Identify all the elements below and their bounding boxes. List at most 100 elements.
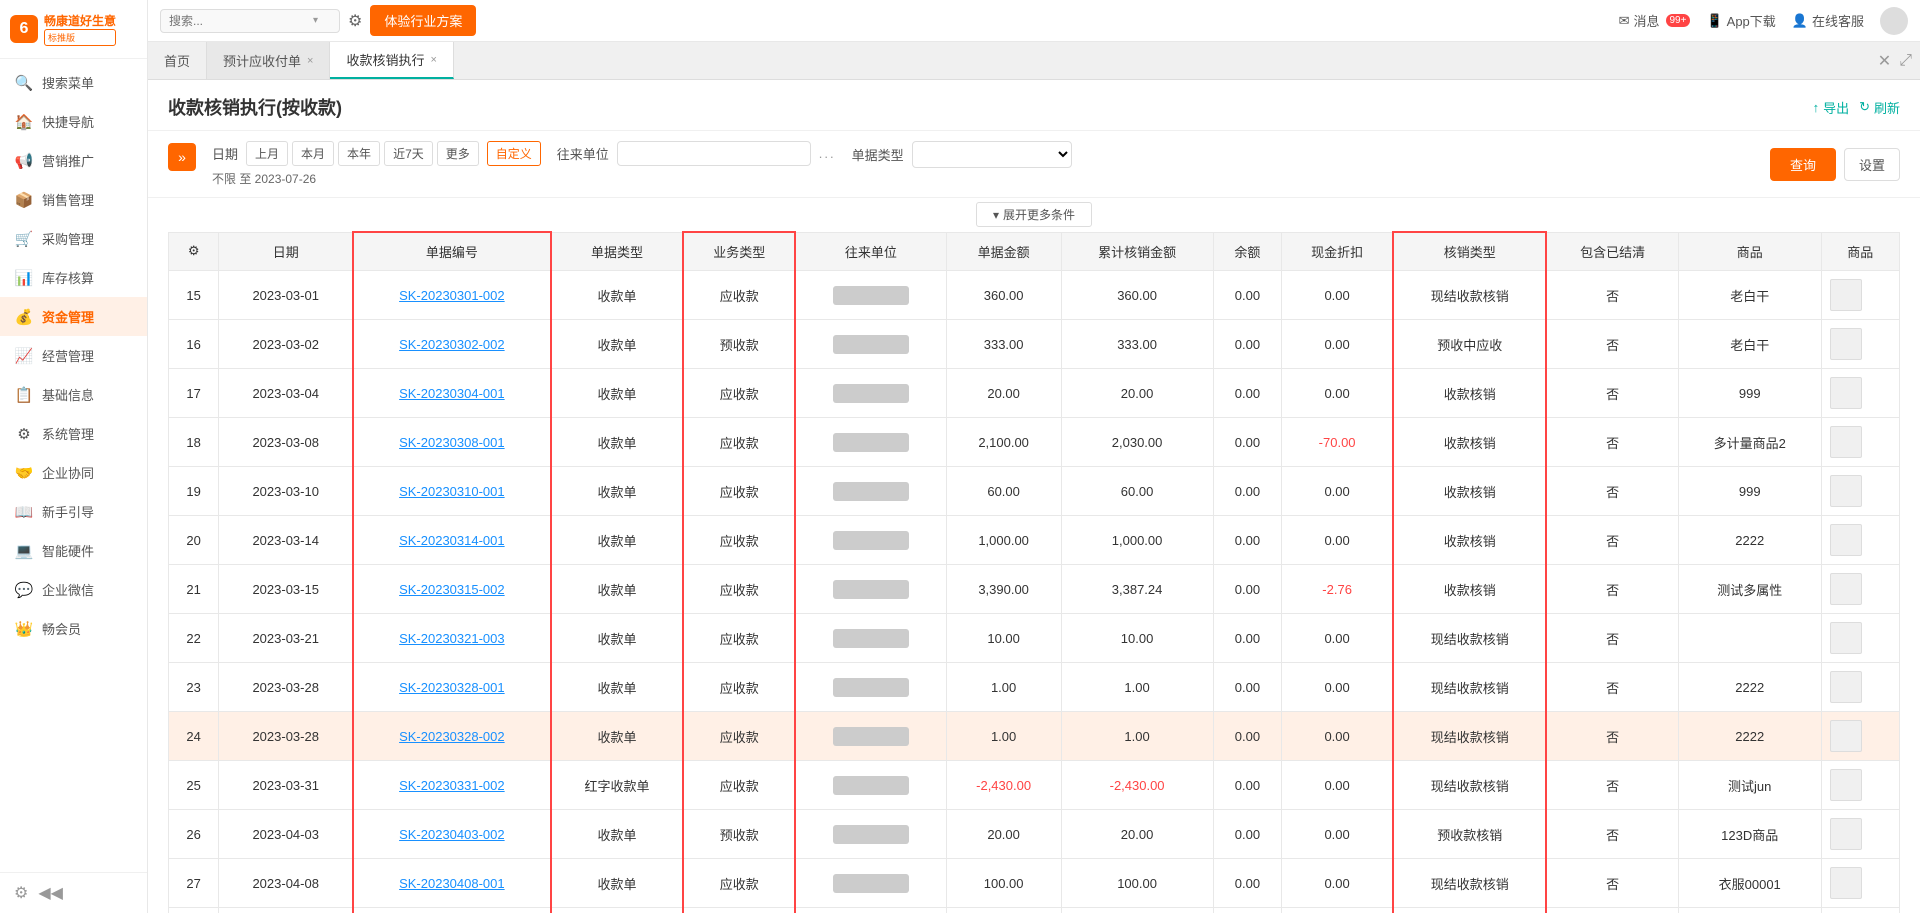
table-cell-11-2[interactable]: SK-20230403-002 — [353, 810, 551, 859]
date-btn-2[interactable]: 本年 — [338, 141, 380, 166]
table-cell-10-1: 2023-03-31 — [219, 761, 353, 810]
sidebar-item-10[interactable]: 🤝企业协同 — [0, 453, 147, 492]
table-cell-13-6: 100.00 — [946, 908, 1061, 913]
partner-more-icon[interactable]: ... — [819, 146, 836, 161]
table-cell-5-2[interactable]: SK-20230314-001 — [353, 516, 551, 565]
table-cell-12-2[interactable]: SK-20230408-001 — [353, 859, 551, 908]
doc-link-10[interactable]: SK-20230331-002 — [399, 778, 505, 793]
doc-link-12[interactable]: SK-20230408-001 — [399, 876, 505, 891]
table-cell-8-9: 0.00 — [1282, 663, 1393, 712]
app-logo-text: 畅康道好生意 标推版 — [44, 12, 116, 46]
table-cell-6-2[interactable]: SK-20230315-002 — [353, 565, 551, 614]
table-cell-12-9: 0.00 — [1282, 859, 1393, 908]
sidebar-item-1[interactable]: 🏠快捷导航 — [0, 102, 147, 141]
sidebar-item-6[interactable]: 💰资金管理 — [0, 297, 147, 336]
export-button[interactable]: ↑ 导出 — [1813, 98, 1850, 117]
sidebar-label-11: 新手引导 — [42, 502, 94, 521]
product-thumb-2 — [1830, 377, 1862, 409]
sidebar-icon-10: 🤝 — [14, 464, 34, 482]
doc-link-2[interactable]: SK-20230304-001 — [399, 386, 505, 401]
sidebar-item-2[interactable]: 📢营销推广 — [0, 141, 147, 180]
table-cell-0-8: 0.00 — [1213, 271, 1282, 320]
tab-1[interactable]: 预计应收付单× — [207, 42, 330, 79]
query-button[interactable]: 查询 — [1770, 148, 1836, 181]
custom-date-button[interactable]: 自定义 — [487, 141, 541, 166]
date-btn-1[interactable]: 本月 — [292, 141, 334, 166]
doc-link-8[interactable]: SK-20230328-001 — [399, 680, 505, 695]
sidebar-item-12[interactable]: 💻智能硬件 — [0, 531, 147, 570]
date-btn-4[interactable]: 更多 — [437, 141, 479, 166]
product-thumb-11 — [1830, 818, 1862, 850]
table-cell-10-6: -2,430.00 — [946, 761, 1061, 810]
expand-more-button[interactable]: ▾ 展开更多条件 — [976, 202, 1092, 227]
table-cell-2-2[interactable]: SK-20230304-001 — [353, 369, 551, 418]
table-cell-8-2[interactable]: SK-20230328-001 — [353, 663, 551, 712]
col-header-0[interactable]: ⚙ — [169, 232, 219, 271]
sidebar-item-4[interactable]: 🛒采购管理 — [0, 219, 147, 258]
table-cell-4-0: 19 — [169, 467, 219, 516]
tab-0[interactable]: 首页 — [148, 42, 207, 79]
collapse-icon[interactable]: ◀◀ — [38, 883, 63, 903]
table-cell-4-2[interactable]: SK-20230310-001 — [353, 467, 551, 516]
settings-icon[interactable]: ⚙ — [14, 883, 28, 903]
doctype-select[interactable] — [913, 142, 1071, 167]
doc-link-11[interactable]: SK-20230403-002 — [399, 827, 505, 842]
settings-button[interactable]: 设置 — [1844, 148, 1900, 181]
doc-link-9[interactable]: SK-20230328-002 — [399, 729, 505, 744]
doc-link-1[interactable]: SK-20230302-002 — [399, 337, 505, 352]
topbar-search-wrap: ▾ — [160, 9, 340, 33]
close-tab-icon[interactable]: ✕ — [1878, 51, 1891, 71]
sidebar-item-9[interactable]: ⚙ 系统管理 — [0, 414, 147, 453]
partner-filter-input[interactable] — [617, 141, 811, 166]
table-cell-10-9: 0.00 — [1282, 761, 1393, 810]
solution-button[interactable]: 体验行业方案 — [370, 5, 476, 36]
sidebar-label-9: 系统管理 — [42, 424, 94, 443]
maximize-icon[interactable]: ⤢ — [1899, 52, 1912, 70]
sidebar-item-13[interactable]: 💬企业微信 — [0, 570, 147, 609]
settings-gear-icon[interactable]: ⚙ — [348, 11, 362, 31]
online-service-action[interactable]: 👤 在线客服 — [1792, 11, 1864, 30]
table-cell-0-2[interactable]: SK-20230301-002 — [353, 271, 551, 320]
doc-link-0[interactable]: SK-20230301-002 — [399, 288, 505, 303]
table-cell-7-2[interactable]: SK-20230321-003 — [353, 614, 551, 663]
table-cell-10-2[interactable]: SK-20230331-002 — [353, 761, 551, 810]
table-cell-12-10: 现结收款核销 — [1393, 859, 1547, 908]
topbar-search-input[interactable] — [169, 14, 309, 28]
doc-link-5[interactable]: SK-20230314-001 — [399, 533, 505, 548]
tab-close-2[interactable]: × — [430, 54, 436, 66]
doc-link-6[interactable]: SK-20230315-002 — [399, 582, 505, 597]
message-action[interactable]: ✉ 消息 99+ — [1619, 11, 1691, 30]
table-cell-12-12: 衣服00001 — [1678, 859, 1821, 908]
date-btn-0[interactable]: 上月 — [246, 141, 288, 166]
table-cell-3-2[interactable]: SK-20230308-001 — [353, 418, 551, 467]
sidebar-item-5[interactable]: 📊库存核算 — [0, 258, 147, 297]
sidebar-item-7[interactable]: 📈经营管理 — [0, 336, 147, 375]
user-avatar[interactable] — [1880, 7, 1908, 35]
table-cell-9-2[interactable]: SK-20230328-002 — [353, 712, 551, 761]
tab-2[interactable]: 收款核销执行× — [330, 42, 453, 79]
sidebar-item-11[interactable]: 📖新手引导 — [0, 492, 147, 531]
sidebar-item-14[interactable]: 👑畅会员 — [0, 609, 147, 648]
product-thumb-6 — [1830, 573, 1862, 605]
table-cell-7-9: 0.00 — [1282, 614, 1393, 663]
table-cell-13-2[interactable]: SK-20230418-001 — [353, 908, 551, 913]
date-btn-3[interactable]: 近7天 — [384, 141, 433, 166]
app-download-action[interactable]: 📱 App下载 — [1706, 11, 1775, 30]
table-cell-4-6: 60.00 — [946, 467, 1061, 516]
tab-close-1[interactable]: × — [307, 55, 313, 67]
export-icon: ↑ — [1813, 100, 1820, 115]
table-cell-0-7: 360.00 — [1061, 271, 1213, 320]
refresh-button[interactable]: ↻ 刷新 — [1859, 98, 1900, 117]
doc-link-3[interactable]: SK-20230308-001 — [399, 435, 505, 450]
table-row: 222023-03-21SK-20230321-003收款单应收款████10.… — [169, 614, 1900, 663]
table-cell-1-2[interactable]: SK-20230302-002 — [353, 320, 551, 369]
doc-link-7[interactable]: SK-20230321-003 — [399, 631, 505, 646]
table-cell-5-9: 0.00 — [1282, 516, 1393, 565]
sidebar-item-3[interactable]: 📦销售管理 — [0, 180, 147, 219]
sidebar-item-0[interactable]: 🔍搜索菜单 — [0, 63, 147, 102]
doc-link-4[interactable]: SK-20230310-001 — [399, 484, 505, 499]
sidebar-icon-9: ⚙ — [14, 425, 34, 443]
sidebar-item-8[interactable]: 📋基础信息 — [0, 375, 147, 414]
table-cell-7-12 — [1678, 614, 1821, 663]
filter-expand-button[interactable]: » — [168, 143, 196, 171]
